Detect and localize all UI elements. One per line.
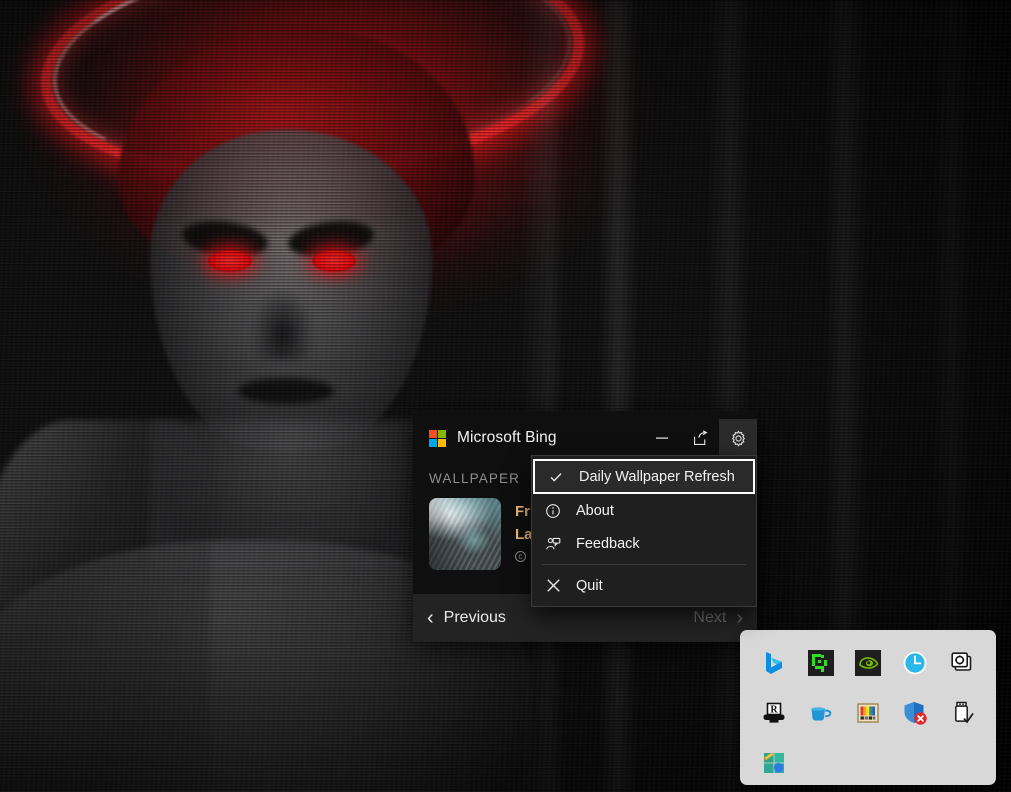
menu-item-about[interactable]: About — [532, 494, 756, 527]
chevron-right-icon: › — [736, 608, 743, 628]
snake-game-icon — [808, 650, 834, 676]
minimize-icon — [655, 431, 669, 445]
svg-text:R: R — [770, 705, 778, 716]
menu-item-feedback[interactable]: Feedback — [532, 527, 756, 560]
previous-button[interactable]: ‹ Previous — [427, 608, 506, 628]
screen-capture-icon — [949, 650, 975, 676]
previous-label: Previous — [444, 609, 506, 627]
share-button[interactable] — [681, 419, 719, 457]
copyright-icon: c — [515, 551, 526, 562]
next-label: Next — [693, 609, 726, 627]
tray-icon-grid: R — [750, 638, 986, 788]
color-palette-tray-icon[interactable] — [854, 699, 882, 727]
nvidia-logo-icon — [855, 650, 881, 676]
java-cup-tray-icon[interactable] — [807, 699, 835, 727]
window-title: Microsoft Bing — [457, 429, 557, 447]
menu-label-feedback: Feedback — [576, 536, 640, 552]
bing-tray-icon[interactable] — [760, 649, 788, 677]
menu-label-quit: Quit — [576, 578, 603, 594]
safely-remove-hardware-tray-icon[interactable] — [948, 699, 976, 727]
settings-button[interactable] — [719, 419, 757, 457]
coffee-cup-icon — [808, 700, 834, 726]
settings-context-menu[interactable]: Daily Wallpaper Refresh About — [531, 455, 757, 607]
menu-label-daily-wallpaper-refresh: Daily Wallpaper Refresh — [579, 469, 735, 485]
system-tray-overflow-flyout[interactable]: R — [740, 630, 996, 785]
menu-item-daily-wallpaper-refresh[interactable]: Daily Wallpaper Refresh — [533, 459, 755, 494]
minimize-button[interactable] — [643, 419, 681, 457]
nvidia-tray-icon[interactable] — [854, 649, 882, 677]
microsoft-logo — [429, 430, 446, 447]
screen-capture-tray-icon[interactable] — [948, 649, 976, 677]
clock-icon — [902, 650, 928, 676]
screen: Microsoft Bing — [0, 0, 1011, 792]
menu-item-quit[interactable]: Quit — [532, 569, 756, 602]
r-typewriter-tray-icon[interactable]: R — [760, 699, 788, 727]
clock-tray-icon[interactable] — [901, 649, 929, 677]
wallpaper-thumbnail[interactable] — [429, 498, 501, 570]
r-typewriter-icon: R — [761, 700, 787, 726]
close-x-icon — [544, 577, 562, 595]
usb-eject-icon — [949, 700, 975, 726]
menu-separator — [542, 564, 746, 565]
shield-error-icon — [902, 700, 928, 726]
windows-update-icon — [761, 750, 787, 776]
feedback-icon — [544, 535, 562, 553]
color-palette-icon — [855, 700, 881, 726]
green-snake-tray-icon[interactable] — [807, 649, 835, 677]
next-button[interactable]: Next › — [693, 608, 743, 628]
menu-label-about: About — [576, 503, 614, 519]
share-icon — [692, 430, 709, 447]
chevron-left-icon: ‹ — [427, 608, 434, 628]
gear-icon — [730, 430, 747, 447]
checkmark-icon — [547, 468, 565, 486]
windows-security-error-tray-icon[interactable] — [901, 699, 929, 727]
info-icon — [544, 502, 562, 520]
windows-update-tray-icon[interactable] — [760, 749, 788, 777]
bing-logo-icon — [762, 650, 786, 676]
